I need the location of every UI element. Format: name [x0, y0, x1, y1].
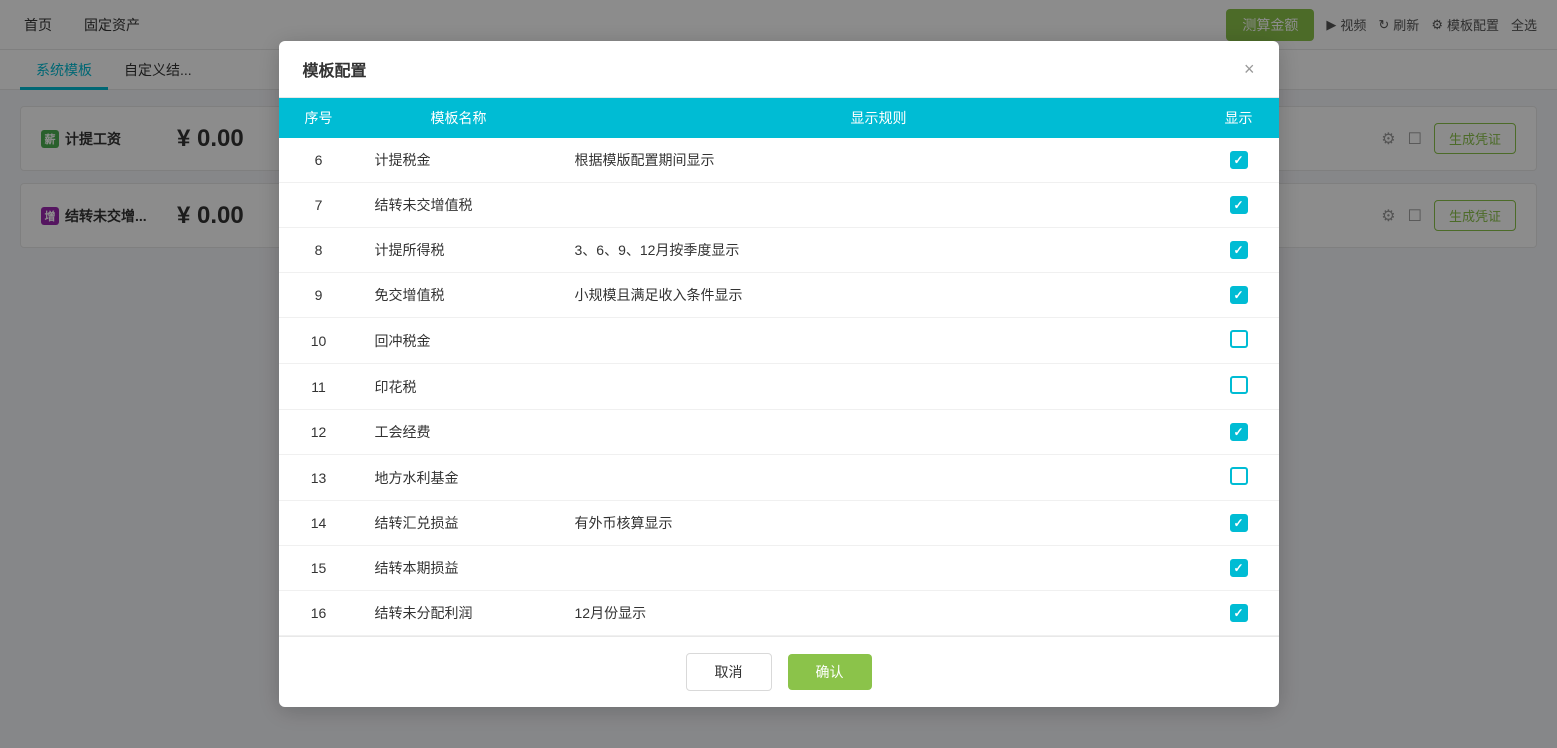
- cell-rule: 12月份显示: [559, 591, 1199, 636]
- cell-name: 印花税: [359, 364, 559, 410]
- cell-rule: 根据模版配置期间显示: [559, 138, 1199, 183]
- cell-display: [1199, 273, 1279, 318]
- modal-overlay: 模板配置 × 序号 模板名称 显示规则 显示 6计提税金根据模版配置期间显示7结…: [0, 0, 1557, 748]
- cell-name: 结转未交增值税: [359, 183, 559, 228]
- cell-name: 结转未分配利润: [359, 591, 559, 636]
- cell-display: [1199, 455, 1279, 501]
- modal-body: 序号 模板名称 显示规则 显示 6计提税金根据模版配置期间显示7结转未交增值税8…: [279, 98, 1279, 636]
- table-row: 7结转未交增值税: [279, 183, 1279, 228]
- cell-name: 免交增值税: [359, 273, 559, 318]
- display-checkbox-13[interactable]: [1230, 467, 1248, 485]
- cancel-button[interactable]: 取消: [686, 653, 772, 691]
- table-row: 11印花税: [279, 364, 1279, 410]
- display-checkbox-9[interactable]: [1230, 286, 1248, 304]
- cell-seq: 11: [279, 364, 359, 410]
- table-row: 9免交增值税小规模且满足收入条件显示: [279, 273, 1279, 318]
- cell-name: 结转汇兑损益: [359, 501, 559, 546]
- cell-rule: [559, 318, 1199, 364]
- display-checkbox-15[interactable]: [1230, 559, 1248, 577]
- template-config-modal: 模板配置 × 序号 模板名称 显示规则 显示 6计提税金根据模版配置期间显示7结…: [279, 41, 1279, 707]
- display-checkbox-10[interactable]: [1230, 330, 1248, 348]
- modal-close-button[interactable]: ×: [1244, 60, 1255, 78]
- table-row: 16结转未分配利润12月份显示: [279, 591, 1279, 636]
- cell-name: 结转本期损益: [359, 546, 559, 591]
- cell-seq: 13: [279, 455, 359, 501]
- cell-seq: 7: [279, 183, 359, 228]
- cell-rule: 小规模且满足收入条件显示: [559, 273, 1199, 318]
- cell-seq: 15: [279, 546, 359, 591]
- col-display: 显示: [1199, 98, 1279, 138]
- cell-display: [1199, 410, 1279, 455]
- cell-seq: 16: [279, 591, 359, 636]
- template-table: 序号 模板名称 显示规则 显示 6计提税金根据模版配置期间显示7结转未交增值税8…: [279, 98, 1279, 636]
- cell-name: 计提所得税: [359, 228, 559, 273]
- modal-title: 模板配置: [303, 57, 367, 81]
- cell-name: 计提税金: [359, 138, 559, 183]
- cell-display: [1199, 183, 1279, 228]
- display-checkbox-6[interactable]: [1230, 151, 1248, 169]
- col-name: 模板名称: [359, 98, 559, 138]
- modal-footer: 取消 确认: [279, 636, 1279, 707]
- table-row: 6计提税金根据模版配置期间显示: [279, 138, 1279, 183]
- cell-rule: 3、6、9、12月按季度显示: [559, 228, 1199, 273]
- cell-rule: [559, 410, 1199, 455]
- table-body: 6计提税金根据模版配置期间显示7结转未交增值税8计提所得税3、6、9、12月按季…: [279, 138, 1279, 636]
- display-checkbox-14[interactable]: [1230, 514, 1248, 532]
- cell-rule: [559, 364, 1199, 410]
- cell-name: 工会经费: [359, 410, 559, 455]
- cell-display: [1199, 591, 1279, 636]
- cell-display: [1199, 228, 1279, 273]
- display-checkbox-7[interactable]: [1230, 196, 1248, 214]
- cell-seq: 9: [279, 273, 359, 318]
- cell-display: [1199, 364, 1279, 410]
- table-row: 13地方水利基金: [279, 455, 1279, 501]
- confirm-button[interactable]: 确认: [788, 654, 872, 690]
- cell-seq: 8: [279, 228, 359, 273]
- modal-header: 模板配置 ×: [279, 41, 1279, 98]
- cell-rule: 有外币核算显示: [559, 501, 1199, 546]
- cell-name: 地方水利基金: [359, 455, 559, 501]
- table-row: 10回冲税金: [279, 318, 1279, 364]
- table-row: 8计提所得税3、6、9、12月按季度显示: [279, 228, 1279, 273]
- cell-seq: 10: [279, 318, 359, 364]
- table-header-row: 序号 模板名称 显示规则 显示: [279, 98, 1279, 138]
- col-seq: 序号: [279, 98, 359, 138]
- cell-rule: [559, 455, 1199, 501]
- display-checkbox-8[interactable]: [1230, 241, 1248, 259]
- display-checkbox-16[interactable]: [1230, 604, 1248, 622]
- cell-display: [1199, 318, 1279, 364]
- table-row: 15结转本期损益: [279, 546, 1279, 591]
- cell-name: 回冲税金: [359, 318, 559, 364]
- cell-display: [1199, 138, 1279, 183]
- display-checkbox-11[interactable]: [1230, 376, 1248, 394]
- cell-seq: 6: [279, 138, 359, 183]
- cell-rule: [559, 183, 1199, 228]
- cell-seq: 14: [279, 501, 359, 546]
- cell-seq: 12: [279, 410, 359, 455]
- table-row: 14结转汇兑损益有外币核算显示: [279, 501, 1279, 546]
- display-checkbox-12[interactable]: [1230, 423, 1248, 441]
- col-rule: 显示规则: [559, 98, 1199, 138]
- cell-display: [1199, 501, 1279, 546]
- cell-rule: [559, 546, 1199, 591]
- table-row: 12工会经费: [279, 410, 1279, 455]
- cell-display: [1199, 546, 1279, 591]
